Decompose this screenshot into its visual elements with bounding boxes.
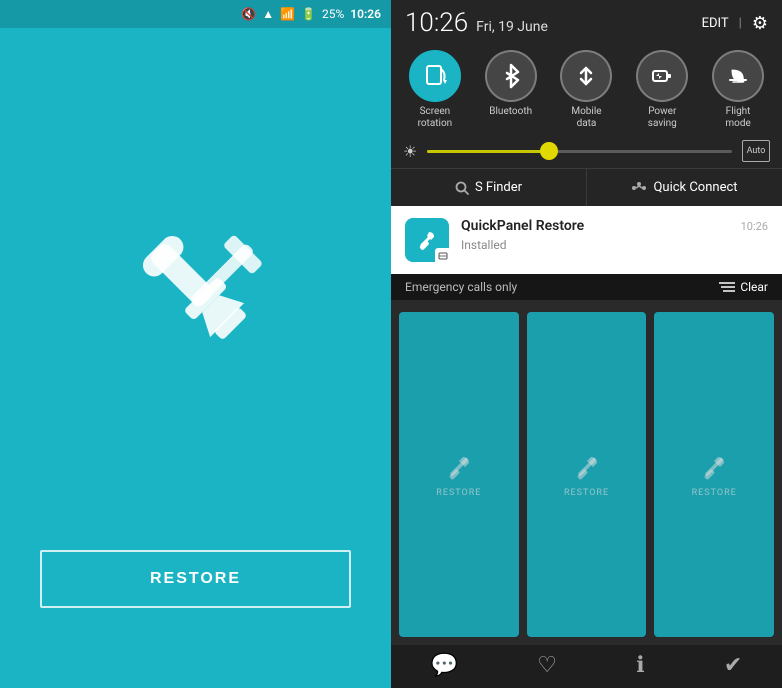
app-icon-area xyxy=(116,28,276,550)
brightness-thumb xyxy=(540,142,558,160)
quick-connect-icon xyxy=(631,181,647,195)
app-thumb-label-2: RESTORE xyxy=(564,488,609,498)
toggle-screen-rotation[interactable]: Screenrotation xyxy=(409,50,461,130)
mute-icon: 🔇 xyxy=(241,7,256,21)
mobile-data-label: Mobiledata xyxy=(571,106,601,130)
restore-button[interactable]: RESTORE xyxy=(40,550,351,608)
flight-mode-circle xyxy=(712,50,764,102)
header-divider: | xyxy=(739,16,742,31)
flight-mode-label: Flightmode xyxy=(725,106,750,130)
toggle-bluetooth[interactable]: Bluetooth xyxy=(485,50,537,130)
app-thumb-3[interactable]: RESTORE xyxy=(654,312,774,637)
switcher-bottom: 💬 ♡ ℹ ✔ xyxy=(391,645,782,688)
emergency-text: Emergency calls only xyxy=(405,280,517,294)
notification-card: QuickPanel Restore 10:26 Installed xyxy=(391,206,782,274)
power-saving-label: Powersaving xyxy=(648,106,677,130)
shade-header-right: EDIT | ⚙ xyxy=(702,13,768,34)
battery-percent: 25% xyxy=(322,7,344,21)
notif-time: 10:26 xyxy=(741,220,768,233)
power-saving-circle xyxy=(636,50,688,102)
check-icon[interactable]: ✔ xyxy=(724,653,742,678)
finder-row: S Finder Quick Connect xyxy=(391,168,782,206)
app-thumb-1[interactable]: RESTORE xyxy=(399,312,519,637)
brightness-track[interactable] xyxy=(427,150,732,153)
thumb-tools-icon-1 xyxy=(444,452,474,482)
notif-badge xyxy=(435,248,451,264)
heart-icon[interactable]: ♡ xyxy=(537,653,557,678)
s-finder-button[interactable]: S Finder xyxy=(391,169,587,206)
left-panel: 🔇 ▲ 📶 🔋 25% 10:26 RESTORE xyxy=(0,0,391,688)
shade-time: 10:26 xyxy=(405,8,468,38)
quick-connect-button[interactable]: Quick Connect xyxy=(587,169,782,206)
mobile-data-circle xyxy=(560,50,612,102)
screen-rotation-label: Screenrotation xyxy=(418,106,453,130)
notif-title: QuickPanel Restore xyxy=(461,218,584,234)
search-icon xyxy=(455,181,469,195)
clear-button[interactable]: Clear xyxy=(719,280,768,294)
badge-icon xyxy=(438,251,448,261)
brightness-row: ☀ Auto xyxy=(391,134,782,168)
shade-header: 10:26 Fri, 19 June EDIT | ⚙ xyxy=(391,0,782,42)
tools-icon xyxy=(116,209,276,369)
info-icon[interactable]: ℹ xyxy=(636,653,644,678)
brightness-icon: ☀ xyxy=(403,142,417,161)
auto-label: Auto xyxy=(747,146,766,156)
emergency-row: Emergency calls only Clear xyxy=(391,274,782,300)
auto-box[interactable]: Auto xyxy=(742,140,770,162)
quick-connect-label: Quick Connect xyxy=(653,180,737,195)
toggle-mobile-data[interactable]: Mobiledata xyxy=(560,50,612,130)
app-thumb-2[interactable]: RESTORE xyxy=(527,312,647,637)
chat-icon[interactable]: 💬 xyxy=(431,653,458,678)
bluetooth-circle xyxy=(485,50,537,102)
notif-app-icon xyxy=(405,218,449,262)
toggle-power-saving[interactable]: Powersaving xyxy=(636,50,688,130)
clear-label: Clear xyxy=(740,280,768,294)
status-time: 10:26 xyxy=(350,7,381,21)
battery-icon: 🔋 xyxy=(301,7,316,21)
wifi-icon: ▲ xyxy=(262,7,274,21)
thumb-tools-icon-3 xyxy=(699,452,729,482)
notif-content: QuickPanel Restore 10:26 Installed xyxy=(461,218,768,253)
toggle-flight-mode[interactable]: Flightmode xyxy=(712,50,764,130)
clear-icon xyxy=(719,281,735,293)
status-bar-left: 🔇 ▲ 📶 🔋 25% 10:26 xyxy=(0,0,391,28)
right-panel: 10:26 Fri, 19 June EDIT | ⚙ Screenro xyxy=(391,0,782,688)
edit-button[interactable]: EDIT xyxy=(702,16,729,31)
brightness-fill xyxy=(427,150,549,153)
notification-shade: 10:26 Fri, 19 June EDIT | ⚙ Screenro xyxy=(391,0,782,300)
bluetooth-label: Bluetooth xyxy=(489,106,532,118)
screen-rotation-icon xyxy=(409,50,461,102)
notif-status: Installed xyxy=(461,238,507,252)
app-thumb-label-3: RESTORE xyxy=(692,488,737,498)
signal-icon: 📶 xyxy=(280,7,295,21)
quick-toggles: Screenrotation Bluetooth Mobiledata xyxy=(391,42,782,134)
app-thumb-label-1: RESTORE xyxy=(436,488,481,498)
shade-date: Fri, 19 June xyxy=(476,19,548,38)
s-finder-label: S Finder xyxy=(475,180,522,195)
restore-btn-area: RESTORE xyxy=(0,550,391,688)
settings-gear-icon[interactable]: ⚙ xyxy=(752,13,768,34)
thumb-tools-icon-2 xyxy=(572,452,602,482)
app-switcher: RESTORE RESTORE RESTORE xyxy=(391,300,782,645)
